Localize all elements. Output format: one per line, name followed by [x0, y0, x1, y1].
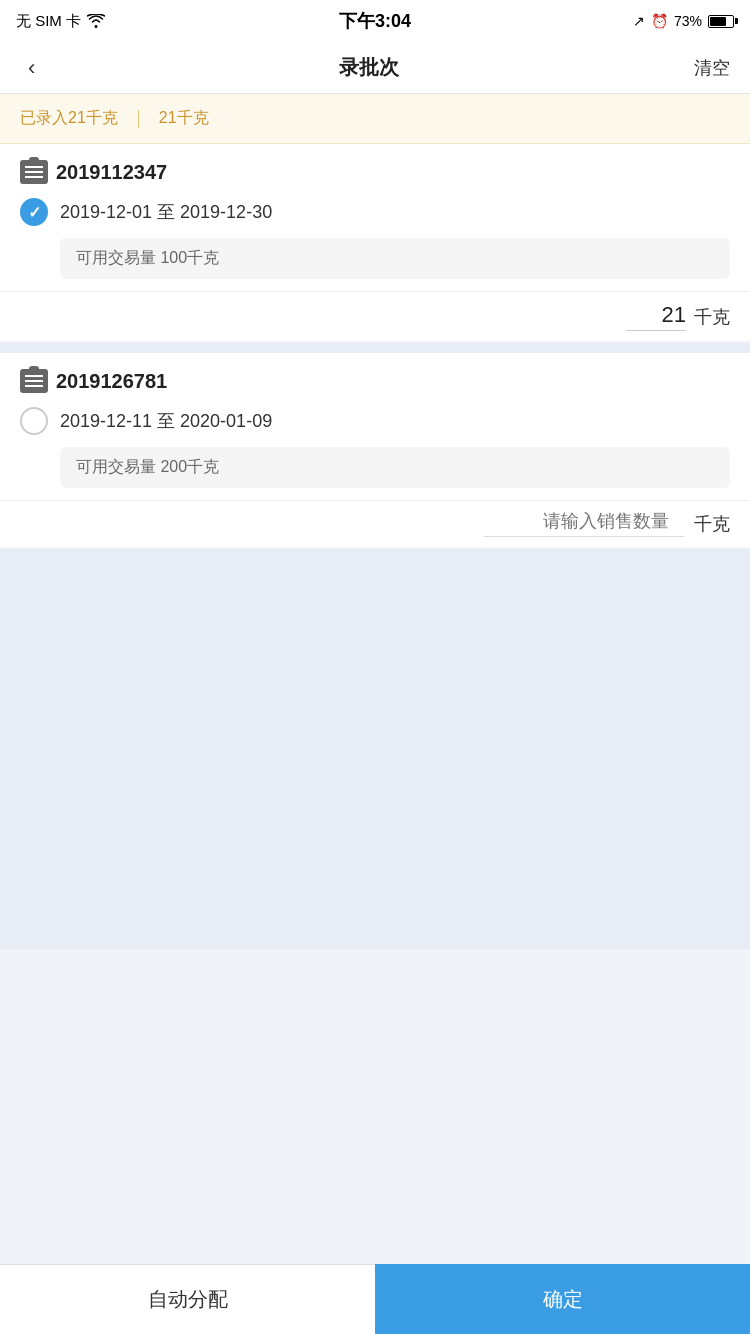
location-icon: ↗ [633, 13, 645, 29]
back-button[interactable]: ‹ [20, 47, 43, 89]
battery-fill [710, 17, 726, 26]
recorded-label: 已录入21千克 [20, 108, 118, 129]
batch2-available: 可用交易量 200千克 [60, 447, 730, 488]
nav-bar: ‹ 录批次 清空 [0, 42, 750, 94]
batch2-id: 2019126781 [56, 370, 167, 393]
batch-card-1: 2019112347 2019-12-01 至 2019-12-30 可用交易量… [0, 144, 750, 341]
status-time: 下午3:04 [339, 9, 411, 33]
batch2-date: 2019-12-11 至 2020-01-09 [60, 409, 272, 433]
banner-divider [138, 110, 139, 128]
batch1-id: 2019112347 [56, 161, 167, 184]
batch1-icon-lines [25, 171, 43, 173]
batch2-radio[interactable] [20, 407, 48, 435]
batch1-date: 2019-12-01 至 2019-12-30 [60, 200, 272, 224]
batch1-icon [20, 160, 48, 184]
batch1-radio[interactable] [20, 198, 48, 226]
batch1-amount: 21 [626, 302, 686, 331]
batch1-available: 可用交易量 100千克 [60, 238, 730, 279]
batch2-select-row[interactable]: 2019-12-11 至 2020-01-09 [0, 401, 750, 441]
auto-distribute-button[interactable]: 自动分配 [0, 1264, 375, 1334]
battery-text: 73% [674, 13, 702, 29]
batch2-icon [20, 369, 48, 393]
status-left: 无 SIM 卡 [16, 12, 105, 31]
info-banner: 已录入21千克 21千克 [0, 94, 750, 144]
batch1-unit: 千克 [694, 305, 730, 329]
batch1-select-row[interactable]: 2019-12-01 至 2019-12-30 [0, 192, 750, 232]
no-sim-text: 无 SIM 卡 [16, 12, 81, 31]
batch2-header: 2019126781 [0, 353, 750, 401]
clear-button[interactable]: 清空 [694, 56, 730, 80]
batch-card-2: 2019126781 2019-12-11 至 2020-01-09 可用交易量… [0, 353, 750, 547]
battery-icon [708, 15, 734, 28]
batch1-header: 2019112347 [0, 144, 750, 192]
bottom-bar: 自动分配 确定 [0, 1264, 750, 1334]
batch1-amount-row: 21 千克 [0, 291, 750, 341]
batch2-qty-input[interactable] [484, 511, 684, 537]
confirm-button[interactable]: 确定 [375, 1264, 750, 1334]
batch2-input-row: 千克 [0, 500, 750, 547]
batch2-icon-lines [25, 380, 43, 382]
empty-area [0, 549, 750, 949]
section-divider-1 [0, 343, 750, 353]
status-bar: 无 SIM 卡 下午3:04 ↗ ⏰ 73% [0, 0, 750, 42]
status-right: ↗ ⏰ 73% [633, 13, 734, 29]
page-title: 录批次 [339, 54, 399, 81]
total-label: 21千克 [159, 108, 209, 129]
wifi-icon [87, 14, 105, 28]
alarm-icon: ⏰ [651, 13, 668, 29]
batch2-unit: 千克 [694, 512, 730, 536]
